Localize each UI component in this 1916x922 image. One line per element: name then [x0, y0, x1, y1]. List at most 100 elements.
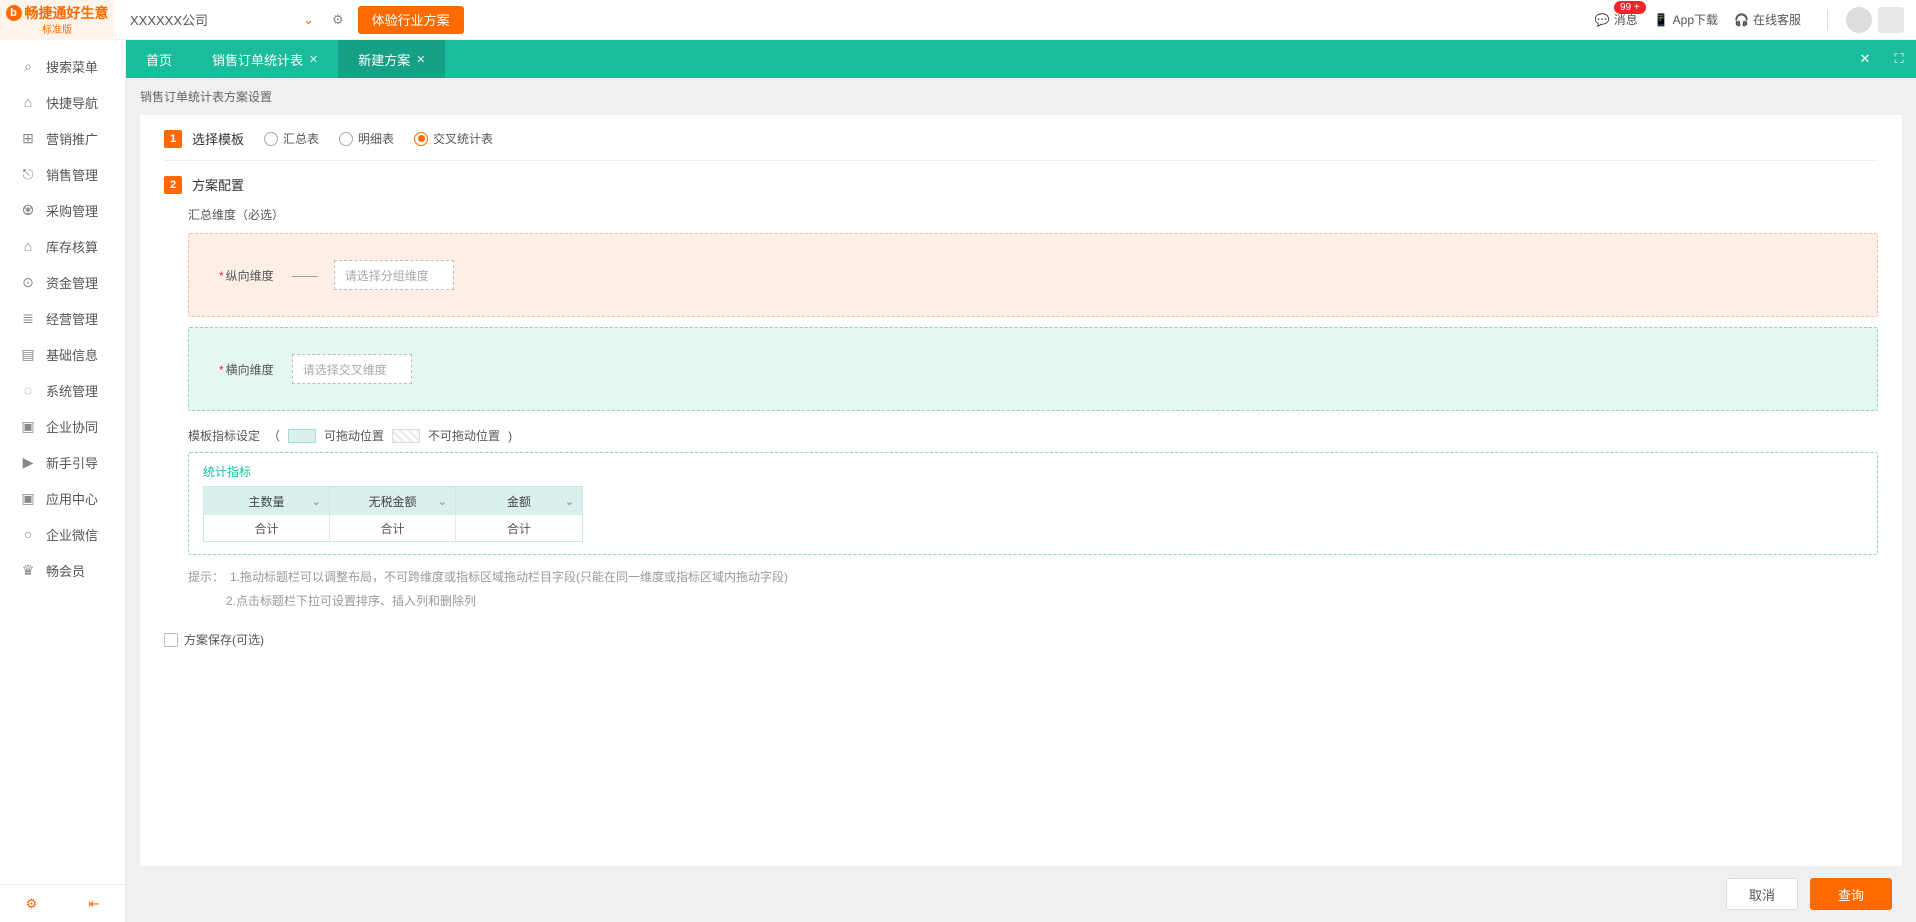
online-service-link[interactable]: 🎧 在线客服	[1734, 11, 1801, 28]
trial-plan-button[interactable]: 体验行业方案	[358, 6, 464, 34]
step-1-badge: 1	[164, 130, 182, 148]
cancel-button[interactable]: 取消	[1726, 878, 1798, 910]
sidebar-item-7[interactable]: ≣ 经营管理	[0, 300, 125, 336]
query-button[interactable]: 查询	[1810, 878, 1892, 910]
horizontal-dimension-box: *横向维度 请选择交叉维度	[188, 327, 1878, 411]
sidebar-item-label: 畅会员	[46, 561, 85, 580]
stat-indicator-box: 统计指标 主数量⌄无税金额⌄金额⌄ 合计合计合计	[188, 452, 1878, 555]
step-1-title: 选择模板	[192, 129, 244, 148]
headset-icon: 🎧	[1734, 13, 1749, 27]
footer-actions: 取消 查询	[126, 866, 1916, 922]
horizontal-dimension-select[interactable]: 请选择交叉维度	[292, 354, 412, 384]
radio-detail[interactable]: 明细表	[339, 130, 394, 147]
sidebar-icon: ▣	[20, 490, 36, 507]
company-select[interactable]: XXXXXX公司 ⌄	[122, 6, 322, 34]
avatar-icon[interactable]	[1846, 7, 1872, 33]
logo: b畅捷通好生意 标准版	[0, 0, 114, 40]
logo-icon: b	[6, 5, 22, 21]
stat-total-cell: 合计	[330, 515, 456, 541]
fullscreen-button[interactable]: ⛶	[1882, 40, 1916, 78]
hints: 提示：1.拖动标题栏可以调整布局，不可跨维度或指标区域拖动栏目字段(只能在同一维…	[188, 565, 1878, 613]
vertical-dimension-box: *纵向维度 —— 请选择分组维度	[188, 233, 1878, 317]
stat-column-header[interactable]: 无税金额⌄	[330, 487, 456, 515]
settings-gear-icon[interactable]: ⚙	[26, 896, 38, 912]
step-2-title: 方案配置	[192, 175, 244, 194]
sidebar-item-4[interactable]: ♼采购管理	[0, 192, 125, 228]
stat-column-header[interactable]: 主数量⌄	[204, 487, 330, 515]
sidebar-icon: ⌂	[20, 238, 36, 254]
sidebar-item-3[interactable]: ⎋ 销售管理	[0, 156, 125, 192]
save-plan-checkbox[interactable]	[164, 633, 178, 647]
stat-total-cell: 合计	[456, 515, 582, 541]
tab-home[interactable]: 首页	[126, 40, 192, 78]
tab-bar: 首页 销售订单统计表✕ 新建方案✕ ✕ ⛶	[126, 40, 1916, 78]
sidebar-icon: ⎋	[20, 166, 36, 183]
sidebar-item-10[interactable]: ▣ 企业协同	[0, 408, 125, 444]
vertical-dimension-select[interactable]: 请选择分组维度	[334, 260, 454, 290]
message-icon: 💬	[1595, 13, 1610, 27]
avatar-secondary[interactable]	[1878, 7, 1904, 33]
sidebar-icon: ⌂	[20, 94, 36, 110]
sidebar-item-label: 应用中心	[46, 489, 98, 508]
sidebar-icon: ⊞	[20, 130, 36, 147]
sidebar-item-label: 经营管理	[46, 309, 98, 328]
breadcrumb: 销售订单统计表方案设置	[126, 78, 1916, 115]
movable-swatch	[288, 429, 316, 443]
sidebar-icon: ◌	[20, 382, 36, 398]
sidebar-icon: ▣	[20, 418, 36, 435]
radio-summary[interactable]: 汇总表	[264, 130, 319, 147]
sidebar-item-label: 快捷导航	[46, 93, 98, 112]
sidebar-item-label: 库存核算	[46, 237, 98, 256]
stat-column-header[interactable]: 金额⌄	[456, 487, 582, 515]
sidebar-item-14[interactable]: ♛ 畅会员	[0, 552, 125, 588]
sidebar-item-5[interactable]: ⌂ 库存核算	[0, 228, 125, 264]
summary-dimension-label: 汇总维度（必选）	[188, 206, 1878, 223]
sidebar-item-label: 企业协同	[46, 417, 98, 436]
close-all-tabs-button[interactable]: ✕	[1848, 40, 1882, 78]
sidebar-item-9[interactable]: ◌ 系统管理	[0, 372, 125, 408]
sidebar-item-label: 搜索菜单	[46, 57, 98, 76]
sidebar-item-label: 企业微信	[46, 525, 98, 544]
sidebar-item-label: 营销推广	[46, 129, 98, 148]
sidebar-icon: ⊙	[20, 274, 36, 291]
sidebar-item-label: 基础信息	[46, 345, 98, 364]
chevron-down-icon: ⌄	[303, 12, 314, 28]
phone-icon: 📱	[1654, 13, 1669, 27]
sidebar-icon: ▶	[20, 454, 36, 471]
close-icon[interactable]: ✕	[416, 53, 425, 66]
top-bar: b畅捷通好生意 标准版 XXXXXX公司 ⌄ ⚙ 体验行业方案 💬 消息 99 …	[0, 0, 1916, 40]
app-download-link[interactable]: 📱 App下载	[1654, 11, 1718, 28]
sidebar-item-0[interactable]: ⌕ 搜索菜单	[0, 48, 125, 84]
sidebar-item-1[interactable]: ⌂ 快捷导航	[0, 84, 125, 120]
sidebar-item-label: 采购管理	[46, 201, 98, 220]
fixed-swatch	[392, 429, 420, 443]
sidebar: ⌕ 搜索菜单 ⌂ 快捷导航 ⊞ 营销推广 ⎋ 销售管理 ♼采购管理 ⌂ 库存核算 ⊙ 资金管理 ≣ 经营管理…	[0, 40, 126, 922]
sidebar-item-12[interactable]: ▣ 应用中心	[0, 480, 125, 516]
sidebar-item-label: 销售管理	[46, 165, 98, 184]
messages-badge: 99 +	[1614, 1, 1646, 14]
chevron-down-icon: ⌄	[565, 495, 574, 508]
sidebar-item-label: 新手引导	[46, 453, 98, 472]
sidebar-icon: ⌕	[20, 58, 36, 75]
gear-icon[interactable]: ⚙	[332, 12, 344, 28]
messages-link[interactable]: 💬 消息 99 +	[1595, 11, 1638, 28]
sidebar-icon: ≣	[20, 310, 36, 327]
chevron-down-icon: ⌄	[438, 495, 447, 508]
sidebar-item-2[interactable]: ⊞ 营销推广	[0, 120, 125, 156]
sidebar-item-11[interactable]: ▶ 新手引导	[0, 444, 125, 480]
sidebar-icon: ○	[20, 526, 36, 542]
collapse-sidebar-icon[interactable]: ⇤	[88, 896, 99, 912]
tab-new-plan[interactable]: 新建方案✕	[338, 40, 445, 78]
tab-sales-order-stats[interactable]: 销售订单统计表✕	[192, 40, 338, 78]
sidebar-item-13[interactable]: ○ 企业微信	[0, 516, 125, 552]
close-icon[interactable]: ✕	[309, 53, 318, 66]
sidebar-item-label: 系统管理	[46, 381, 98, 400]
sidebar-item-label: 资金管理	[46, 273, 98, 292]
chevron-down-icon: ⌄	[312, 495, 321, 508]
radio-cross[interactable]: 交叉统计表	[414, 130, 493, 147]
sidebar-item-8[interactable]: ▤基础信息	[0, 336, 125, 372]
stat-total-cell: 合计	[204, 515, 330, 541]
sidebar-item-6[interactable]: ⊙ 资金管理	[0, 264, 125, 300]
sidebar-icon: ♛	[20, 562, 36, 579]
indicator-legend: 模板指标设定 （ 可拖动位置 不可拖动位置 )	[188, 427, 1878, 444]
